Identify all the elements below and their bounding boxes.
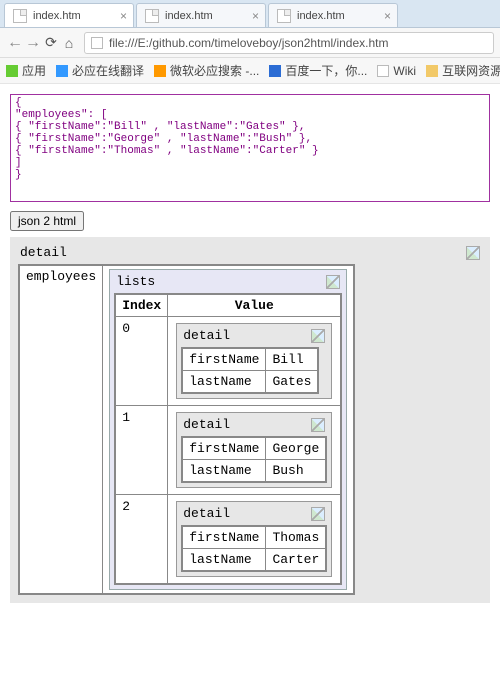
- table-row: 1 detail firstNameGeorgelastNameBush: [115, 406, 341, 495]
- value-cell: Carter: [266, 549, 326, 572]
- key-cell: lastName: [182, 460, 266, 483]
- list-table: Index Value 0detailfirstNameBilllastName…: [114, 293, 342, 585]
- file-icon: [91, 37, 103, 49]
- detail-table: firstNameGeorgelastNameBush: [181, 436, 327, 483]
- value-cell: Thomas: [266, 526, 326, 549]
- detail-label: detail: [183, 417, 230, 432]
- result-panel: detail employees lists: [10, 237, 490, 603]
- index-cell: 0: [115, 317, 168, 406]
- file-icon: [13, 9, 27, 23]
- index-cell: 2: [115, 495, 168, 585]
- site-icon: [154, 65, 166, 77]
- broken-image-icon: [311, 418, 325, 432]
- bookmark-item[interactable]: Wiki: [377, 64, 416, 78]
- browser-tab[interactable]: index.htm ×: [268, 3, 398, 27]
- reload-button[interactable]: ⟳: [42, 34, 60, 51]
- file-icon: [377, 65, 389, 77]
- value-cell: detail firstNameBilllastNameGates: [168, 317, 342, 406]
- tab-title: index.htm: [165, 10, 213, 22]
- bookmark-folder[interactable]: 互联网资源: [426, 62, 500, 79]
- col-index: Index: [115, 294, 168, 317]
- detail-label: detail: [20, 245, 67, 260]
- key-cell: lastName: [182, 371, 266, 394]
- detail-label: detail: [183, 506, 230, 521]
- detail-box: detail firstNameThomaslastNameCarter: [176, 501, 332, 577]
- key-cell: firstName: [182, 348, 266, 371]
- bookmark-item[interactable]: 必应在线翻译: [56, 62, 144, 79]
- value-cell: Bill: [266, 348, 319, 371]
- broken-image-icon: [466, 246, 480, 260]
- value-cell: detail firstNameThomaslastNameCarter: [168, 495, 342, 585]
- site-icon: [56, 65, 68, 77]
- value-cell: Bush: [266, 460, 326, 483]
- bookmark-item[interactable]: 微软必应搜索 -...: [154, 62, 259, 79]
- index-cell: 1: [115, 406, 168, 495]
- value-cell: Gates: [266, 371, 319, 394]
- broken-image-icon: [311, 507, 325, 521]
- apps-icon: [6, 65, 18, 77]
- file-icon: [277, 9, 291, 23]
- apps-button[interactable]: 应用: [6, 62, 46, 79]
- detail-table: firstNameBilllastNameGates: [181, 347, 319, 394]
- value-cell: George: [266, 437, 326, 460]
- detail-box: detail firstNameBilllastNameGates: [176, 323, 332, 399]
- detail-table: employees lists Index: [18, 264, 355, 595]
- page-content: json 2 html detail employees lists: [0, 84, 500, 613]
- bookmark-bar: 应用 必应在线翻译 微软必应搜索 -... 百度一下，你... Wiki 互联网…: [0, 58, 500, 84]
- home-button[interactable]: ⌂: [60, 35, 78, 51]
- table-row: 2 detail firstNameThomaslastNameCarter: [115, 495, 341, 585]
- close-icon[interactable]: ×: [120, 9, 127, 23]
- bookmark-item[interactable]: 百度一下，你...: [269, 62, 367, 79]
- tab-title: index.htm: [297, 10, 345, 22]
- close-icon[interactable]: ×: [384, 9, 391, 23]
- back-button[interactable]: ←: [6, 34, 24, 52]
- table-row: 0 detail firstNameBilllastNameGates: [115, 317, 341, 406]
- key-cell: firstName: [182, 437, 266, 460]
- browser-tab[interactable]: index.htm ×: [4, 3, 134, 27]
- key-cell: employees: [19, 265, 103, 594]
- tab-title: index.htm: [33, 10, 81, 22]
- broken-image-icon: [311, 329, 325, 343]
- browser-tab-bar: index.htm × index.htm × index.htm ×: [0, 0, 500, 28]
- broken-image-icon: [326, 275, 340, 289]
- browser-toolbar: ← → ⟳ ⌂ file:///E:/github.com/timelovebo…: [0, 28, 500, 58]
- file-icon: [145, 9, 159, 23]
- lists-label: lists: [116, 274, 155, 289]
- value-cell: detail firstNameGeorgelastNameBush: [168, 406, 342, 495]
- lists-box: lists Index Value 0 detail: [109, 269, 347, 590]
- value-cell: lists Index Value 0 detail: [103, 265, 355, 594]
- detail-label: detail: [183, 328, 230, 343]
- key-cell: lastName: [182, 549, 266, 572]
- address-bar[interactable]: file:///E:/github.com/timeloveboy/json2h…: [84, 32, 494, 54]
- url-text: file:///E:/github.com/timeloveboy/json2h…: [109, 36, 388, 50]
- close-icon[interactable]: ×: [252, 9, 259, 23]
- json-input[interactable]: [10, 94, 490, 202]
- site-icon: [269, 65, 281, 77]
- convert-button[interactable]: json 2 html: [10, 211, 84, 231]
- key-cell: firstName: [182, 526, 266, 549]
- folder-icon: [426, 65, 438, 77]
- detail-box: detail firstNameGeorgelastNameBush: [176, 412, 332, 488]
- browser-tab[interactable]: index.htm ×: [136, 3, 266, 27]
- col-value: Value: [168, 294, 342, 317]
- forward-button[interactable]: →: [24, 34, 42, 52]
- detail-table: firstNameThomaslastNameCarter: [181, 525, 327, 572]
